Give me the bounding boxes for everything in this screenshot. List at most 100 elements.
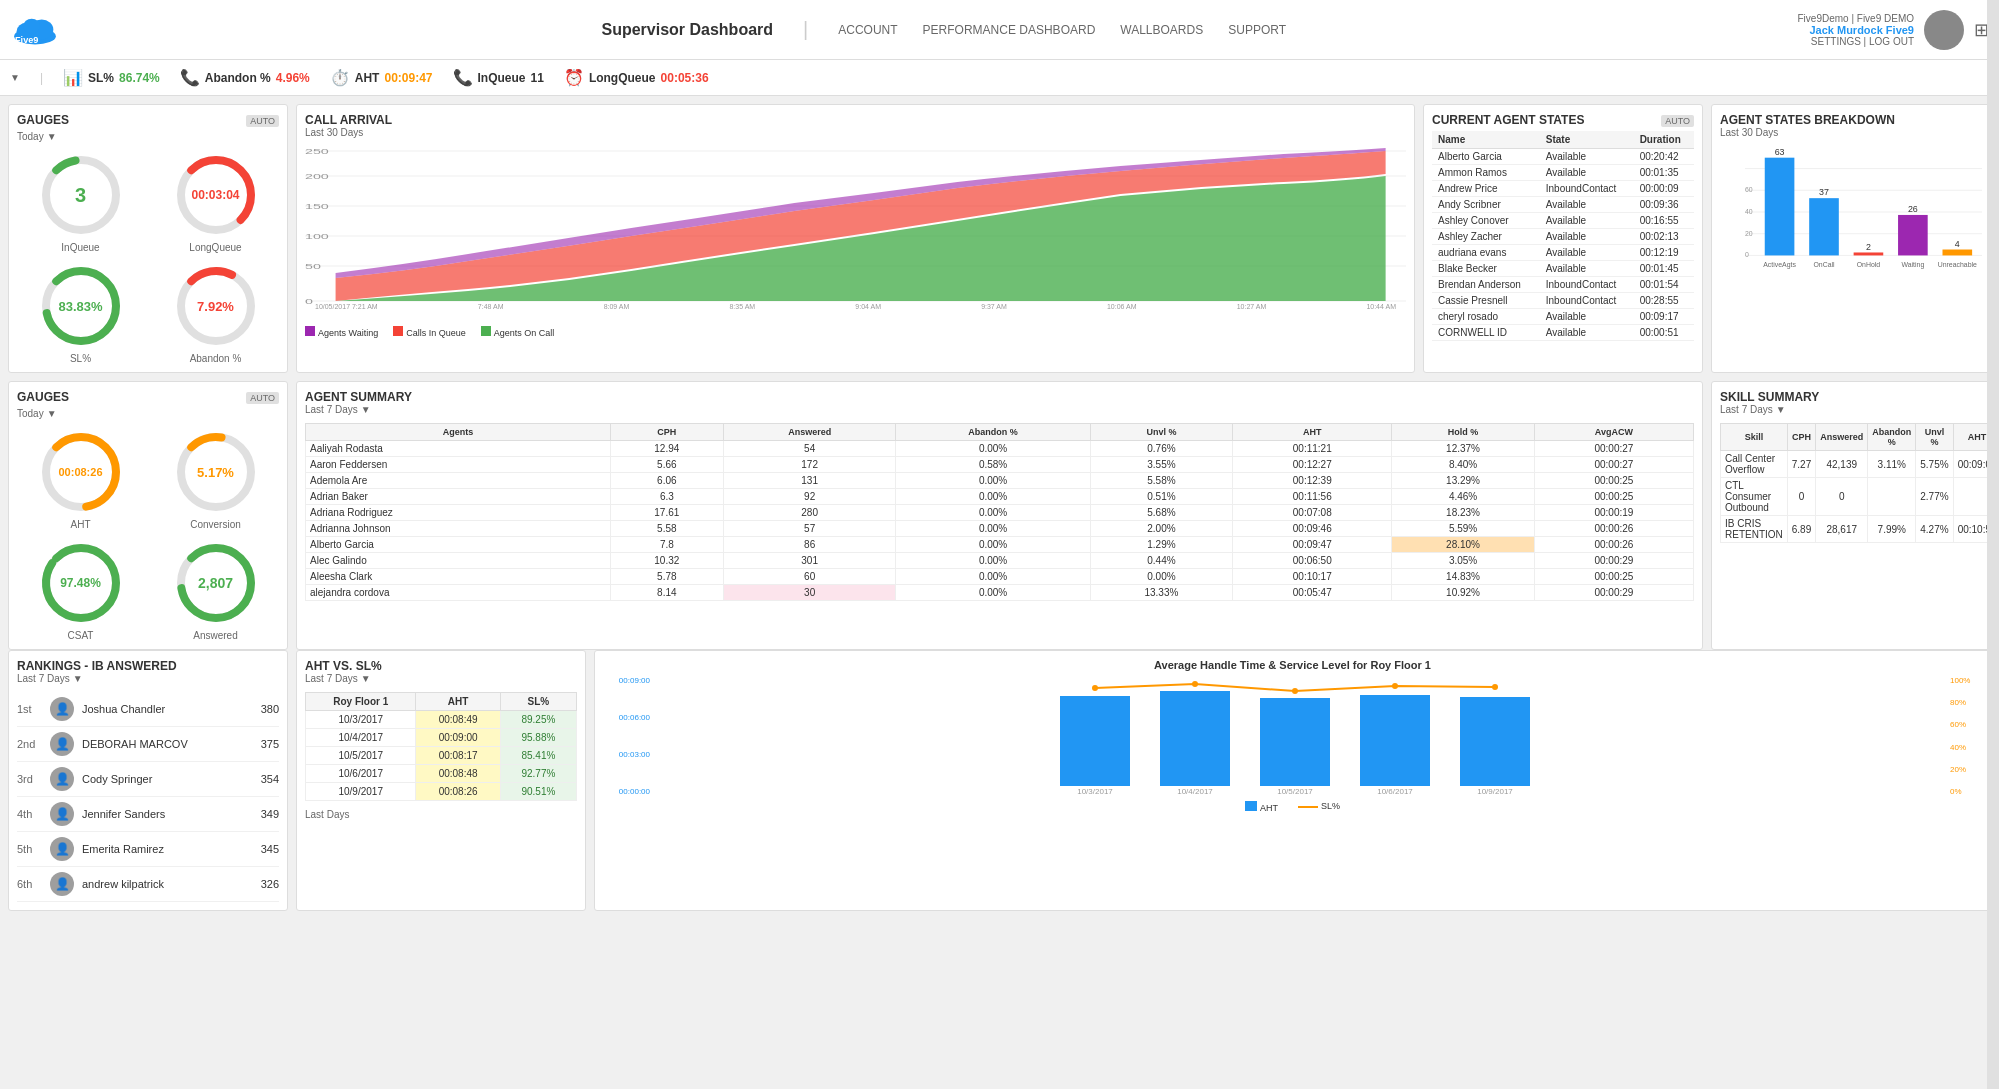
- table-row: 10/3/2017 00:08:49 89.25%: [306, 711, 577, 729]
- aht-chart-area: 00:09:00 00:06:00 00:03:00 00:00:00: [603, 676, 1982, 796]
- abandon-icon: 📞: [180, 68, 200, 87]
- aht-col-group: Roy Floor 1: [306, 693, 416, 711]
- svg-text:10/6/2017: 10/6/2017: [1377, 787, 1413, 796]
- svg-rect-46: [1943, 250, 1973, 256]
- svg-text:Unreachable: Unreachable: [1938, 261, 1977, 268]
- rank-avatar: 👤: [50, 697, 74, 721]
- as-col-unvl: Unvl %: [1090, 424, 1232, 441]
- svg-text:10/3/2017: 10/3/2017: [1077, 787, 1113, 796]
- svg-text:50: 50: [305, 263, 321, 270]
- user-settings[interactable]: SETTINGS | LOG OUT: [1797, 36, 1914, 47]
- rankings-list: 1st 👤 Joshua Chandler 380 2nd 👤 DEBORAH …: [17, 692, 279, 902]
- svg-point-62: [1092, 685, 1098, 691]
- aht-vs-sl-table: Roy Floor 1 AHT SL% 10/3/2017 00:08:49 8…: [305, 692, 577, 801]
- as-col-agents: Agents: [306, 424, 611, 441]
- gauges-top-period[interactable]: Today ▼: [17, 131, 279, 142]
- svg-text:60: 60: [1745, 186, 1753, 193]
- table-row: Aaliyah Rodasta 12.94 54 0.00% 0.76% 00:…: [306, 441, 1694, 457]
- svg-point-63: [1192, 681, 1198, 687]
- rankings-title: RANKINGS - IB ANSWERED: [17, 659, 177, 673]
- table-row: Aleesha Clark 5.78 60 0.00% 0.00% 00:10:…: [306, 569, 1694, 585]
- as-col-hold: Hold %: [1392, 424, 1534, 441]
- col-name: Name: [1432, 131, 1540, 149]
- list-item: 4th 👤 Jennifer Sanders 349: [17, 797, 279, 832]
- table-row: Andrew PriceInboundContact00:00:09: [1432, 181, 1694, 197]
- table-row: Alec Galindo 10.32 301 0.00% 0.44% 00:06…: [306, 553, 1694, 569]
- svg-text:4: 4: [1955, 239, 1960, 249]
- agent-states-breakdown-panel: AGENT STATES BREAKDOWN Last 30 Days 0 20…: [1711, 104, 1991, 373]
- sk-col-skill: Skill: [1721, 424, 1788, 451]
- aht-vs-sl-panel: AHT VS. SL% Last 7 Days ▼ Roy Floor 1 AH…: [296, 650, 586, 911]
- nav-account[interactable]: ACCOUNT: [838, 23, 897, 37]
- aht-col-sl: SL%: [500, 693, 576, 711]
- longqueue-gauge-circle: 00:03:04: [171, 150, 261, 240]
- aht-chart-panel: Average Handle Time & Service Level for …: [594, 650, 1991, 911]
- inqueue-icon: 📞: [453, 68, 473, 87]
- table-row: Adriana Rodriguez 17.61 280 0.00% 5.68% …: [306, 505, 1694, 521]
- svg-text:250: 250: [305, 148, 329, 155]
- skill-summary-title: SKILL SUMMARY: [1720, 390, 1819, 404]
- as-col-abandon: Abandon %: [896, 424, 1090, 441]
- agent-summary-table: Agents CPH Answered Abandon % Unvl % AHT…: [305, 423, 1694, 601]
- agent-summary-panel: AGENT SUMMARY Last 7 Days ▼ Agents CPH A…: [296, 381, 1703, 650]
- svg-rect-57: [1060, 696, 1130, 786]
- svg-text:40: 40: [1745, 208, 1753, 215]
- scrollbar[interactable]: [1987, 0, 1999, 919]
- nav-performance[interactable]: PERFORMANCE DASHBOARD: [923, 23, 1096, 37]
- breakdown-chart: 0 20 40 60 63 ActiveAgts 37 OnCall 2 OnH…: [1720, 146, 1982, 278]
- rankings-panel: RANKINGS - IB ANSWERED Last 7 Days ▼ 1st…: [8, 650, 288, 911]
- gauges-bottom-period[interactable]: Today ▼: [17, 408, 279, 419]
- svg-text:10/5/2017: 10/5/2017: [1277, 787, 1313, 796]
- svg-text:ActiveAgts: ActiveAgts: [1763, 261, 1796, 269]
- y-axis-right: 100% 80% 60% 40% 20% 0%: [1947, 676, 1982, 796]
- skill-summary-period[interactable]: Last 7 Days ▼: [1720, 404, 1982, 415]
- as-col-cph: CPH: [610, 424, 723, 441]
- table-row: CTL Consumer Outbound 0 0 2.77% 0.00%: [1721, 478, 2000, 516]
- svg-text:100: 100: [305, 233, 329, 240]
- abandon-gauge-item: 7.92% Abandon %: [152, 261, 279, 364]
- top-right: Five9Demo | Five9 DEMO Jack Murdock Five…: [1797, 10, 1989, 50]
- skill-summary-table: Skill CPH Answered Abandon % Unvl % AHT …: [1720, 423, 1999, 543]
- svg-rect-43: [1898, 215, 1928, 255]
- table-row: Adrian Baker 6.3 92 0.00% 0.51% 00:11:56…: [306, 489, 1694, 505]
- list-item: 2nd 👤 DEBORAH MARCOV 375: [17, 727, 279, 762]
- gauges-top-badge: AUTO: [246, 115, 279, 127]
- table-row: CORNWELL IDAvailable00:00:51: [1432, 325, 1694, 341]
- last-days-indicator: Last Days: [305, 809, 577, 820]
- nav-support[interactable]: SUPPORT: [1228, 23, 1286, 37]
- conversion-gauge-item: 5.17% Conversion: [152, 427, 279, 530]
- as-col-answered: Answered: [723, 424, 896, 441]
- status-abandon: 📞 Abandon % 4.96%: [180, 68, 310, 87]
- aht-vs-sl-period[interactable]: Last 7 Days ▼: [305, 673, 577, 684]
- table-row: Cassie PresnellInboundContact00:28:55: [1432, 293, 1694, 309]
- svg-point-3: [23, 19, 40, 34]
- svg-rect-34: [1765, 158, 1795, 256]
- gauges-top-panel: GAUGES AUTO Today ▼ 3 InQueue: [8, 104, 288, 373]
- call-arrival-panel: CALL ARRIVAL Last 30 Days 0 50 100 150 2…: [296, 104, 1415, 373]
- status-bar: ▼ | 📊 SL% 86.74% 📞 Abandon % 4.96% ⏱️ AH…: [0, 60, 1999, 96]
- aht-gauge-circle: 00:08:26: [36, 427, 126, 517]
- table-row: Brendan AndersonInboundContact00:01:54: [1432, 277, 1694, 293]
- rankings-period[interactable]: Last 7 Days ▼: [17, 673, 279, 684]
- nav-wallboards[interactable]: WALLBOARDS: [1120, 23, 1203, 37]
- table-row: Ammon RamosAvailable00:01:35: [1432, 165, 1694, 181]
- table-row: Alberto GarciaAvailable00:20:42: [1432, 149, 1694, 165]
- status-longqueue: ⏰ LongQueue 00:05:36: [564, 68, 709, 87]
- table-row: 10/9/2017 00:08:26 90.51%: [306, 783, 577, 801]
- call-arrival-period: Last 30 Days: [305, 127, 1406, 138]
- top-area: GAUGES AUTO Today ▼ 3 InQueue: [0, 96, 1999, 373]
- agent-summary-period[interactable]: Last 7 Days ▼: [305, 404, 1694, 415]
- list-item: 3rd 👤 Cody Springer 354: [17, 762, 279, 797]
- svg-text:37: 37: [1819, 187, 1829, 197]
- status-dropdown[interactable]: ▼: [10, 72, 20, 83]
- svg-text:OnHold: OnHold: [1857, 261, 1881, 268]
- abandon-gauge-circle: 7.92%: [171, 261, 261, 351]
- logo[interactable]: Five9: [10, 12, 60, 47]
- breakdown-title: AGENT STATES BREAKDOWN: [1720, 113, 1895, 127]
- svg-text:10/9/2017: 10/9/2017: [1477, 787, 1513, 796]
- agent-states-badge: AUTO: [1661, 115, 1694, 127]
- table-row: Andy ScribnerAvailable00:09:36: [1432, 197, 1694, 213]
- csat-gauge-item: 97.48% CSAT: [17, 538, 144, 641]
- table-row: 10/5/2017 00:08:17 85.41%: [306, 747, 577, 765]
- inqueue-gauge-item: 3 InQueue: [17, 150, 144, 253]
